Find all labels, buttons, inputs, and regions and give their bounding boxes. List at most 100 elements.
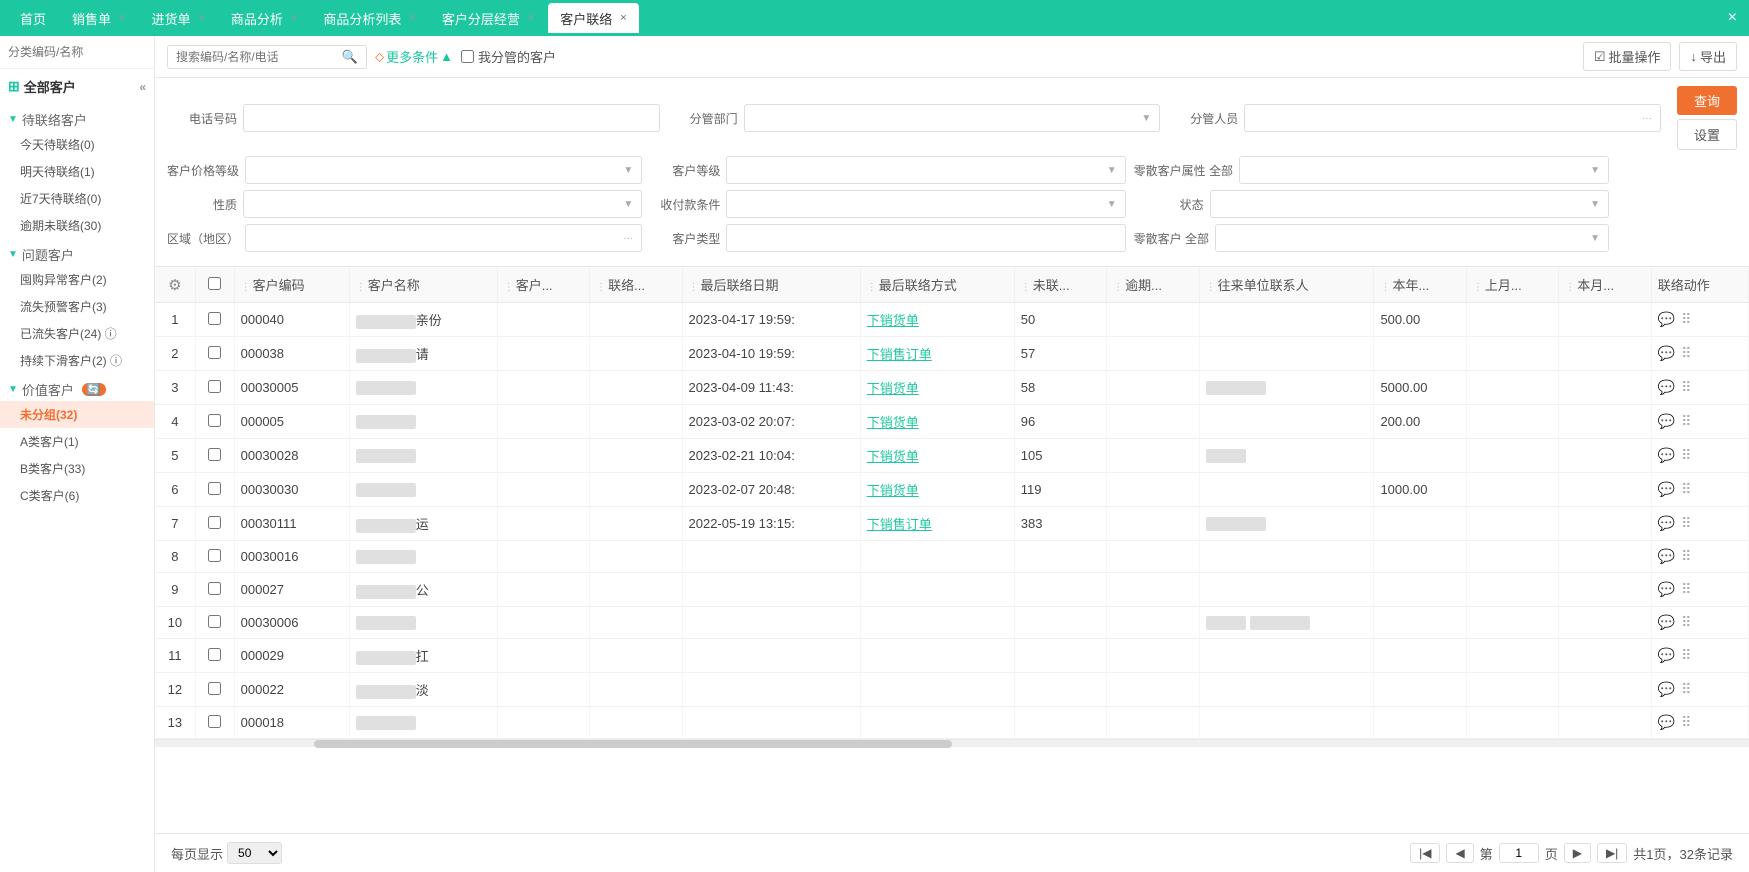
batch-ops-button[interactable]: ☑ 批量操作 xyxy=(1583,42,1672,71)
sidebar-item-classB[interactable]: B类客户(33) xyxy=(0,455,154,482)
contact-chat-icon[interactable]: 💬 xyxy=(1658,548,1675,565)
sidebar-item-abnormal[interactable]: 囤购异常客户(2) xyxy=(0,266,154,293)
sidebar-item-7days[interactable]: 近7天待联络(0) xyxy=(0,185,154,212)
sidebar-item-overdue[interactable]: 逾期未联络(30) xyxy=(0,212,154,239)
col-not-contacted-header[interactable]: ⋮未联... xyxy=(1014,267,1106,303)
contact-method-link[interactable]: 下销售订单 xyxy=(867,347,932,362)
next-page-button[interactable]: ▶ xyxy=(1564,843,1591,863)
settings-icon[interactable]: ⚙ xyxy=(168,277,181,294)
close-icon[interactable]: × xyxy=(620,12,626,24)
contact-method-link[interactable]: 下销售订单 xyxy=(867,517,932,532)
contact-chat-icon[interactable]: 💬 xyxy=(1658,481,1675,498)
retail-attr-select[interactable]: ▼ xyxy=(1239,156,1609,184)
sidebar-all-customers[interactable]: ⊞ 全部客户 « xyxy=(0,69,154,104)
page-number-input[interactable] xyxy=(1499,843,1539,863)
contact-chat-icon[interactable]: 💬 xyxy=(1658,647,1675,664)
phone-input[interactable] xyxy=(243,104,660,132)
my-customers-checkbox[interactable] xyxy=(461,50,474,63)
contact-more-icon[interactable]: ⠿ xyxy=(1681,447,1691,464)
manager-select[interactable]: ··· xyxy=(1244,104,1661,132)
page-size-select[interactable]: 50 100 200 xyxy=(227,842,282,864)
contact-more-icon[interactable]: ⠿ xyxy=(1681,311,1691,328)
customer-type-select[interactable] xyxy=(726,224,1125,252)
row-checkbox[interactable] xyxy=(208,380,221,393)
filter-more-btn[interactable]: ⬦ 更多条件 ▲ xyxy=(375,47,453,66)
col-overdue-header[interactable]: ⋮逾期... xyxy=(1107,267,1199,303)
contact-more-icon[interactable]: ⠿ xyxy=(1681,413,1691,430)
row-checkbox[interactable] xyxy=(208,448,221,461)
contact-more-icon[interactable]: ⠿ xyxy=(1681,481,1691,498)
col-type-header[interactable]: ⋮客户... xyxy=(497,267,589,303)
row-checkbox[interactable] xyxy=(208,312,221,325)
export-button[interactable]: ↓ 导出 xyxy=(1679,42,1737,71)
col-unit-contact-header[interactable]: ⋮往来单位联系人 xyxy=(1199,267,1374,303)
row-checkbox[interactable] xyxy=(208,516,221,529)
col-this-year-header[interactable]: ⋮本年... xyxy=(1374,267,1466,303)
tab-product-analysis[interactable]: 商品分析 × xyxy=(219,3,309,33)
close-icon[interactable]: × xyxy=(198,12,204,24)
row-checkbox[interactable] xyxy=(208,346,221,359)
row-checkbox[interactable] xyxy=(208,648,221,661)
collapse-icon[interactable]: « xyxy=(139,80,146,94)
col-name-header[interactable]: ⋮客户名称 xyxy=(349,267,497,303)
filter-search-input[interactable] xyxy=(176,50,338,64)
query-button[interactable]: 查询 xyxy=(1677,86,1737,115)
tab-customer-contact[interactable]: 客户联络 × xyxy=(548,3,638,33)
prev-page-button[interactable]: ◀ xyxy=(1446,843,1473,863)
close-icon[interactable]: × xyxy=(528,12,534,24)
contact-method-link[interactable]: 下销货单 xyxy=(867,313,919,328)
contact-method-link[interactable]: 下销货单 xyxy=(867,415,919,430)
row-checkbox[interactable] xyxy=(208,549,221,562)
col-last-contact-method-header[interactable]: ⋮最后联络方式 xyxy=(860,267,1014,303)
first-page-button[interactable]: |◀ xyxy=(1410,843,1440,863)
contact-more-icon[interactable]: ⠿ xyxy=(1681,647,1691,664)
contact-chat-icon[interactable]: 💬 xyxy=(1658,311,1675,328)
contact-chat-icon[interactable]: 💬 xyxy=(1658,681,1675,698)
col-last-month-header[interactable]: ⋮上月... xyxy=(1466,267,1558,303)
tab-purchase[interactable]: 进货单 × xyxy=(139,3,216,33)
contact-chat-icon[interactable]: 💬 xyxy=(1658,345,1675,362)
contact-more-icon[interactable]: ⠿ xyxy=(1681,515,1691,532)
tab-customer-segment[interactable]: 客户分层经营 × xyxy=(430,3,546,33)
contact-chat-icon[interactable]: 💬 xyxy=(1658,714,1675,731)
row-checkbox[interactable] xyxy=(208,414,221,427)
row-checkbox[interactable] xyxy=(208,482,221,495)
close-icon[interactable]: × xyxy=(291,12,297,24)
contact-method-link[interactable]: 下销货单 xyxy=(867,449,919,464)
sidebar-item-lost[interactable]: 已流失客户(24) ⓘ xyxy=(0,320,154,347)
reset-button[interactable]: 设置 xyxy=(1677,119,1737,150)
contact-chat-icon[interactable]: 💬 xyxy=(1658,447,1675,464)
contact-chat-icon[interactable]: 💬 xyxy=(1658,581,1675,598)
contact-chat-icon[interactable]: 💬 xyxy=(1658,379,1675,396)
tab-product-analysis-list[interactable]: 商品分析列表 × xyxy=(311,3,427,33)
select-all-checkbox[interactable] xyxy=(208,277,221,290)
contact-chat-icon[interactable]: 💬 xyxy=(1658,413,1675,430)
retail-customer-select[interactable]: ▼ xyxy=(1215,224,1609,252)
contact-more-icon[interactable]: ⠿ xyxy=(1681,714,1691,731)
contact-more-icon[interactable]: ⠿ xyxy=(1681,379,1691,396)
sidebar-item-warning[interactable]: 流失预警客户(3) xyxy=(0,293,154,320)
row-checkbox[interactable] xyxy=(208,682,221,695)
close-all-icon[interactable]: × xyxy=(1724,5,1741,31)
contact-chat-icon[interactable]: 💬 xyxy=(1658,515,1675,532)
contact-chat-icon[interactable]: 💬 xyxy=(1658,614,1675,631)
col-contact-header[interactable]: ⋮联络... xyxy=(590,267,682,303)
nature-select[interactable]: ▼ xyxy=(243,190,642,218)
last-page-button[interactable]: ▶| xyxy=(1597,843,1627,863)
contact-method-link[interactable]: 下销货单 xyxy=(867,483,919,498)
close-icon[interactable]: × xyxy=(409,12,415,24)
scrollbar-thumb[interactable] xyxy=(314,740,952,748)
contact-method-link[interactable]: 下销货单 xyxy=(867,381,919,396)
filter-search-icon[interactable]: 🔍 xyxy=(342,49,358,65)
sidebar-item-tomorrow[interactable]: 明天待联络(1) xyxy=(0,158,154,185)
tab-home[interactable]: 首页 xyxy=(8,3,58,33)
col-this-month-header[interactable]: ⋮本月... xyxy=(1559,267,1651,303)
price-level-select[interactable]: ▼ xyxy=(245,156,642,184)
col-last-contact-date-header[interactable]: ⋮最后联络日期 xyxy=(682,267,860,303)
row-checkbox[interactable] xyxy=(208,615,221,628)
contact-more-icon[interactable]: ⠿ xyxy=(1681,345,1691,362)
region-select[interactable]: ··· xyxy=(245,224,642,252)
horizontal-scrollbar[interactable] xyxy=(155,739,1749,747)
status-select[interactable]: ▼ xyxy=(1210,190,1609,218)
payment-select[interactable]: ▼ xyxy=(726,190,1125,218)
